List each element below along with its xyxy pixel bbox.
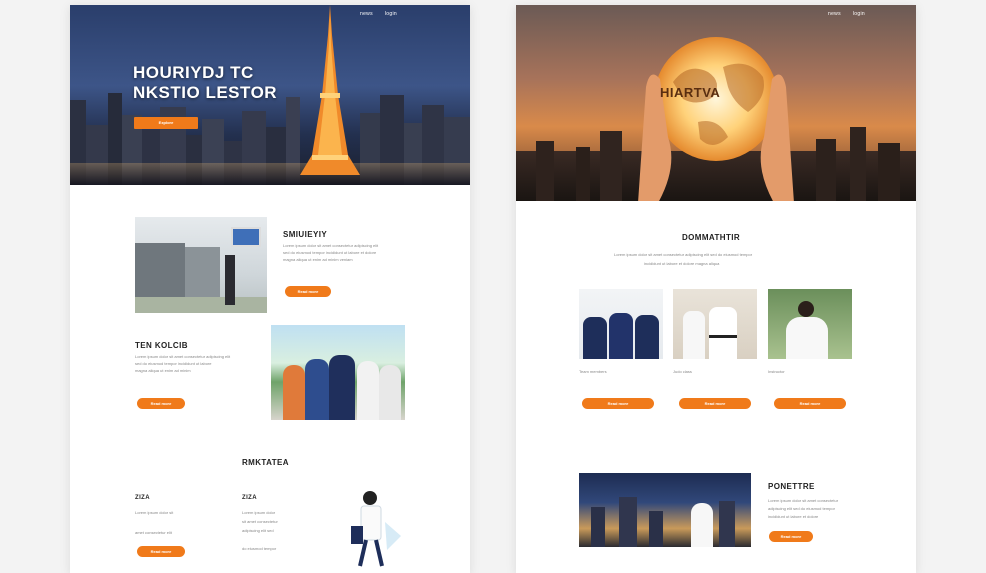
card3-photo (768, 289, 852, 359)
nav-link-login[interactable]: login (853, 11, 865, 17)
nav-link-login[interactable]: login (385, 11, 397, 17)
section2-title: TEN KOLCIB (135, 341, 188, 350)
section1-text-line2: incididunt ut labore et dolore magna ali… (644, 261, 720, 266)
section3-col2-line2: sit amet consectetur (242, 519, 278, 524)
section2-button[interactable]: Read more (137, 398, 185, 409)
section2-text-line2: sed do eiusmod tempor incididunt ut labo… (135, 361, 212, 366)
section3-col2-heading: ZIZA (242, 495, 257, 501)
section1-text-line2: sed do eiusmod tempor incididunt ut labo… (283, 250, 377, 255)
section3-col1-line1: Lorem ipsum dolor sit (135, 510, 174, 515)
section2-text-line2: adipiscing elit sed do eiusmod tempor (768, 506, 835, 511)
left-page-mockup: news login HOURIYDJ TC NKSTIO LESTOR Exp… (70, 5, 470, 573)
hero-title-line2: NKSTIO LESTOR (133, 83, 278, 102)
section2-text-line3: incididunt ut labore et dolore (768, 514, 819, 519)
hero-title-line1: HOURIYDJ TC (133, 63, 254, 82)
card2-label: Judo class (673, 369, 692, 374)
glowing-globe-icon (638, 37, 794, 201)
section3-col1-button[interactable]: Read more (137, 546, 185, 557)
card1-button[interactable]: Read more (582, 398, 654, 409)
section2-text-line1: Lorem ipsum dolor sit amet consectetur a… (135, 354, 231, 359)
group-photo (271, 325, 405, 420)
top-nav: news login (828, 11, 865, 17)
factory-photo (135, 217, 267, 313)
card1-label: Team members (579, 369, 607, 374)
section1-title: SMIUIEYIY (283, 230, 328, 239)
section3-col2-line1: Lorem ipsum dolor (242, 510, 276, 515)
section2-text-line1: Lorem ipsum dolor sit amet consectetur (768, 498, 839, 503)
section2-title: PONETTRE (768, 482, 815, 491)
section1-button[interactable]: Read more (285, 286, 331, 297)
section2-button[interactable]: Read more (769, 531, 813, 542)
right-page-mockup: news login HIARTVA DOMMATHTIR Lorem ipsu… (516, 5, 916, 573)
hero-title: HOURIYDJ TC NKSTIO LESTOR (133, 63, 277, 103)
card3-button[interactable]: Read more (774, 398, 846, 409)
card1-photo (579, 289, 663, 359)
person-illustration-icon (351, 491, 401, 567)
nav-link-news[interactable]: news (828, 11, 841, 17)
section2-text-line3: magna aliqua ut enim ad minim (135, 368, 191, 373)
hero-cta-button[interactable]: Explore (134, 117, 198, 129)
hero-banner-tokyo: news login HOURIYDJ TC NKSTIO LESTOR Exp… (70, 5, 470, 185)
section3-col1-heading: ZIZA (135, 495, 150, 501)
city-martial-artist-photo (579, 473, 751, 547)
section1-text-line3: magna aliqua ut enim ad minim veniam (283, 257, 353, 262)
section3-col1-line2: amet consectetur elit (135, 530, 172, 535)
top-nav: news login (360, 11, 397, 17)
section1-title: DOMMATHTIR (682, 233, 741, 242)
section3-col2-line4: do eiusmod tempor (242, 546, 277, 551)
card3-label: Instructor (768, 369, 785, 374)
hero-banner-globe: news login HIARTVA (516, 5, 916, 201)
card2-button[interactable]: Read more (679, 398, 751, 409)
tokyo-tower-icon (300, 5, 360, 175)
section1-text-line1: Lorem ipsum dolor sit amet consectetur a… (283, 243, 379, 248)
card2-photo (673, 289, 757, 359)
section1-text-line1: Lorem ipsum dolor sit amet consectetur a… (614, 252, 753, 257)
globe-label: HIARTVA (660, 85, 721, 100)
section3-title: RMKTATEA (242, 458, 289, 467)
section3-col2-line3: adipiscing elit sed (242, 528, 274, 533)
